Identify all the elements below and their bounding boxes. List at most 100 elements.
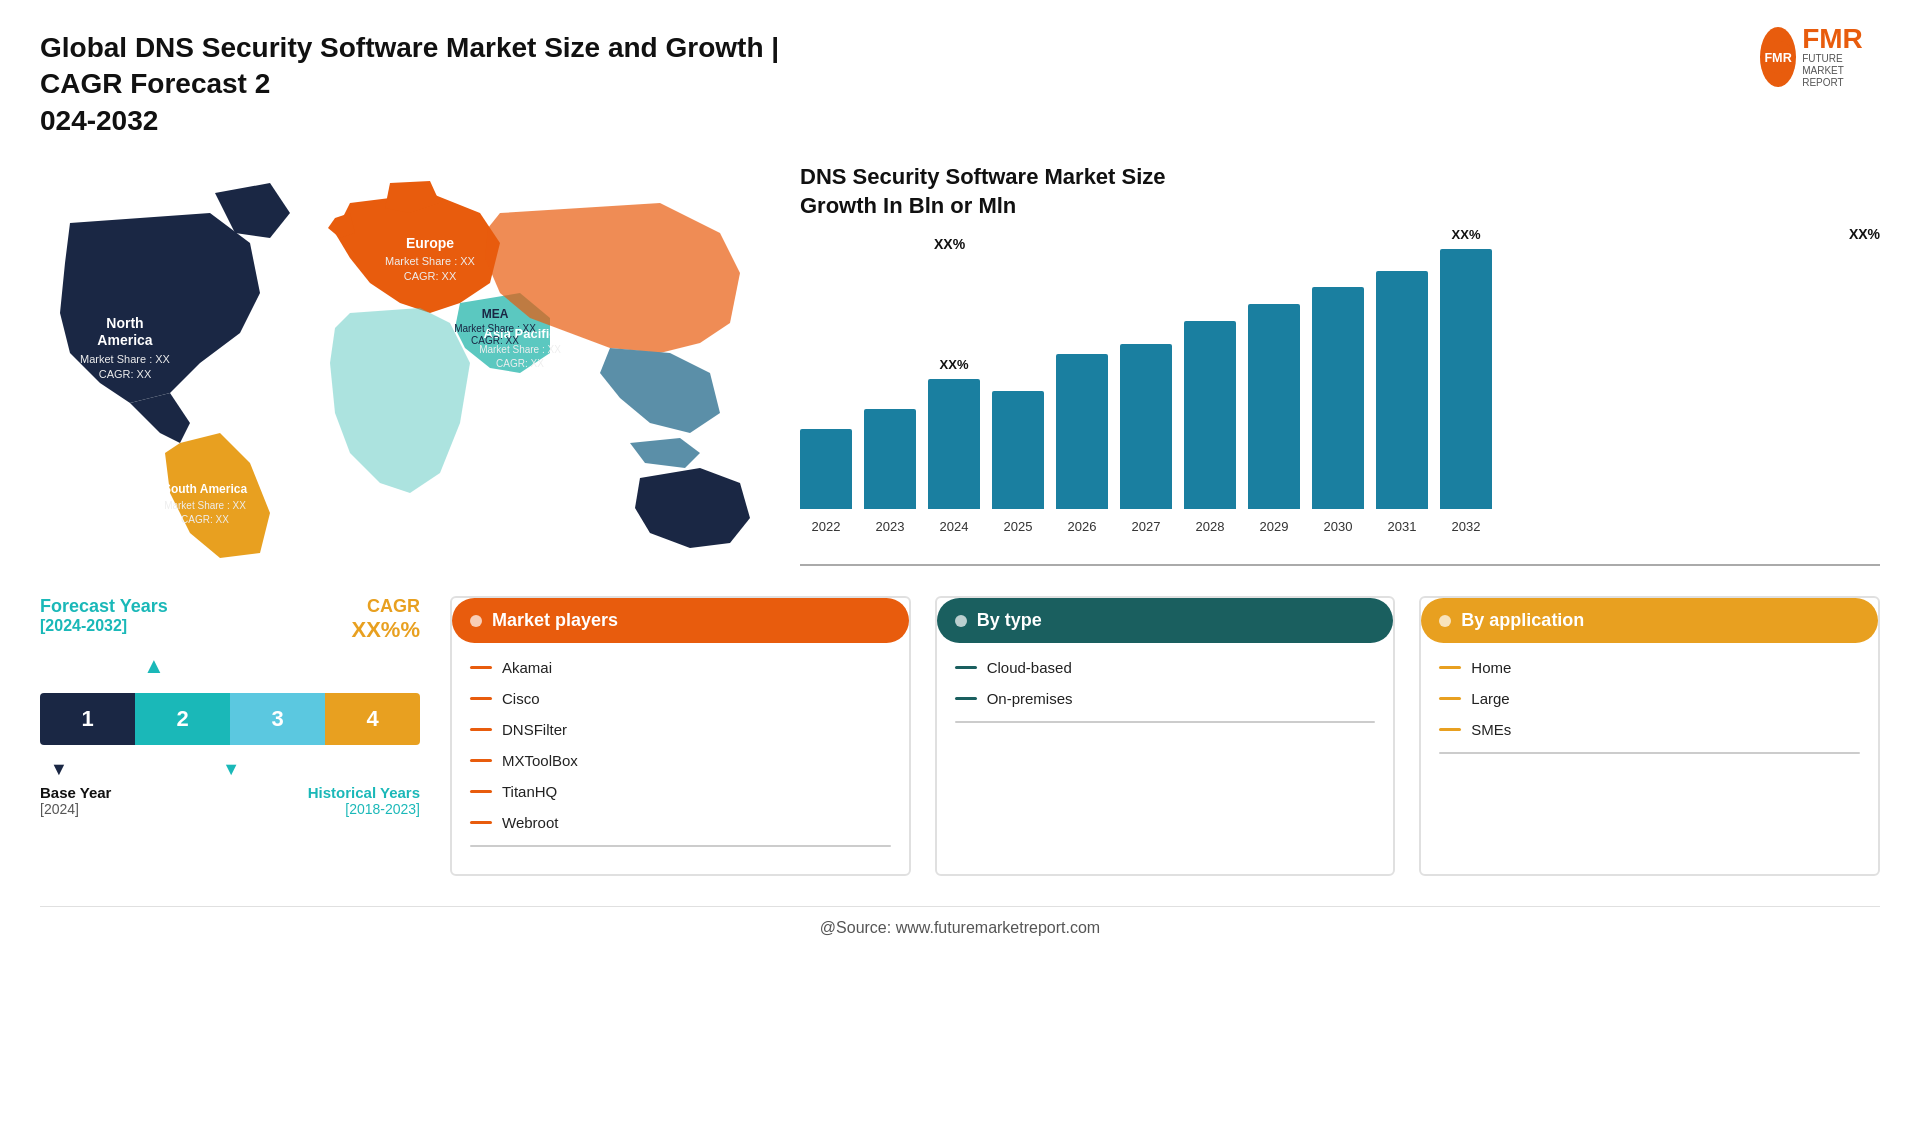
bar-col-2022: 2022	[800, 429, 852, 534]
list-item: Large	[1439, 690, 1860, 707]
item-label: Home	[1471, 659, 1511, 676]
by-application-col: By application Home Large SMEs	[1419, 596, 1880, 876]
arrow-down-2: ▼	[222, 759, 420, 780]
bar-2026	[1056, 354, 1108, 509]
svg-text:Market Share : XX: Market Share : XX	[385, 255, 476, 267]
top-section: North America Market Share : XX CAGR: XX…	[40, 163, 1880, 566]
world-map: North America Market Share : XX CAGR: XX…	[40, 163, 760, 563]
bar-col-2023: 2023	[864, 409, 916, 534]
market-players-col: Market players Akamai Cisco DNSFilter MXToo…	[450, 596, 911, 876]
market-columns: Market players Akamai Cisco DNSFilter MXToo…	[450, 596, 1880, 876]
bar-year-2028: 2028	[1196, 519, 1225, 534]
bar-year-2024: 2024	[940, 519, 969, 534]
forecast-years: [2024-2032]	[40, 617, 168, 635]
list-item: MXToolBox	[470, 752, 891, 769]
item-dash	[470, 790, 492, 793]
market-players-header: Market players	[492, 610, 618, 631]
svg-text:North: North	[106, 315, 143, 331]
bar-2028	[1184, 321, 1236, 509]
bar-2024: XX%	[928, 379, 980, 509]
item-dash	[470, 821, 492, 824]
item-label: MXToolBox	[502, 752, 578, 769]
svg-text:MEA: MEA	[482, 307, 509, 321]
bar-year-2027: 2027	[1132, 519, 1161, 534]
source-bar: @Source: www.futuremarketreport.com	[40, 906, 1880, 937]
bar-chart: 20222023XX%20242025202620272028202920302…	[800, 266, 1880, 566]
bar-col-2028: 2028	[1184, 321, 1236, 534]
by-application-header: By application	[1461, 610, 1584, 631]
bar-2023	[864, 409, 916, 509]
bar-2027	[1120, 344, 1172, 509]
step-4: 4	[325, 693, 420, 745]
historical-value: [2018-2023]	[308, 801, 420, 817]
svg-text:CAGR: XX: CAGR: XX	[181, 514, 229, 525]
list-item: Home	[1439, 659, 1860, 676]
item-label: TitanHQ	[502, 783, 557, 800]
bar-2031	[1376, 271, 1428, 509]
cagr-value: XX%%	[352, 617, 420, 643]
base-year-label: Base Year	[40, 784, 111, 801]
item-label: On-premises	[987, 690, 1073, 707]
svg-text:Market Share : XX: Market Share : XX	[164, 500, 246, 511]
bar-2030	[1312, 287, 1364, 509]
logo-icon: FMR	[1760, 27, 1796, 87]
bar-col-2032: XX%2032	[1440, 249, 1492, 534]
forecast-label: Forecast Years	[40, 596, 168, 617]
by-application-items: Home Large SMEs	[1421, 643, 1878, 754]
steps-bar: 1 2 3 4	[40, 693, 420, 745]
svg-text:America: America	[97, 332, 152, 348]
list-item: DNSFilter	[470, 721, 891, 738]
item-dash	[1439, 728, 1461, 731]
item-dash	[470, 759, 492, 762]
item-dash	[955, 697, 977, 700]
bar-col-2024: XX% 2024	[928, 379, 980, 534]
forecast-block: Forecast Years [2024-2032] CAGR XX%% ▲ 1…	[40, 596, 420, 817]
last-label: XX%	[1849, 226, 1880, 242]
bar-col-2030: 2030	[1312, 287, 1364, 534]
svg-text:Europe: Europe	[406, 235, 454, 251]
bar-2022	[800, 429, 852, 509]
bar-year-2029: 2029	[1260, 519, 1289, 534]
bar-year-2022: 2022	[812, 519, 841, 534]
list-item: Cisco	[470, 690, 891, 707]
bar-year-2025: 2025	[1004, 519, 1033, 534]
bar-col-2029: 2029	[1248, 304, 1300, 534]
header-dot-orange2	[1439, 615, 1451, 627]
logo: FMR FMR FUTURE MARKET REPORT	[1760, 22, 1880, 92]
svg-text:FMR: FMR	[1764, 51, 1791, 65]
item-dash	[470, 728, 492, 731]
header-dot-orange	[470, 615, 482, 627]
item-dash	[470, 666, 492, 669]
bar-col-2026: 2026	[1056, 354, 1108, 534]
arrow-up-teal: ▲	[143, 653, 165, 679]
list-item: Akamai	[470, 659, 891, 676]
map-area: North America Market Share : XX CAGR: XX…	[40, 163, 760, 566]
step-1: 1	[40, 693, 135, 745]
by-type-header: By type	[977, 610, 1042, 631]
list-item: SMEs	[1439, 721, 1860, 738]
chart-area: DNS Security Software Market Size Growth…	[800, 163, 1880, 566]
bar-2025	[992, 391, 1044, 509]
base-year-value: [2024]	[40, 801, 111, 817]
bar-year-2032: 2032	[1452, 519, 1481, 534]
item-label: Webroot	[502, 814, 558, 831]
bar-col-2027: 2027	[1120, 344, 1172, 534]
chart-title: DNS Security Software Market Size Growth…	[800, 163, 1240, 220]
bar-col-2031: 2031	[1376, 271, 1428, 534]
list-item: TitanHQ	[470, 783, 891, 800]
header-dot-teal	[955, 615, 967, 627]
bar-year-2026: 2026	[1068, 519, 1097, 534]
item-dash	[955, 666, 977, 669]
svg-text:CAGR: XX: CAGR: XX	[404, 270, 457, 282]
page-title: Global DNS Security Software Market Size…	[40, 30, 820, 139]
item-label: Akamai	[502, 659, 552, 676]
by-type-items: Cloud-based On-premises	[937, 643, 1394, 723]
list-item: Cloud-based	[955, 659, 1376, 676]
historical-label: Historical Years	[308, 784, 420, 801]
bottom-section: Forecast Years [2024-2032] CAGR XX%% ▲ 1…	[40, 596, 1880, 876]
item-dash	[1439, 697, 1461, 700]
svg-text:CAGR: XX: CAGR: XX	[471, 335, 519, 346]
step-2: 2	[135, 693, 230, 745]
source-text: @Source: www.futuremarketreport.com	[820, 919, 1100, 936]
svg-text:Market Share : XX: Market Share : XX	[454, 323, 536, 334]
